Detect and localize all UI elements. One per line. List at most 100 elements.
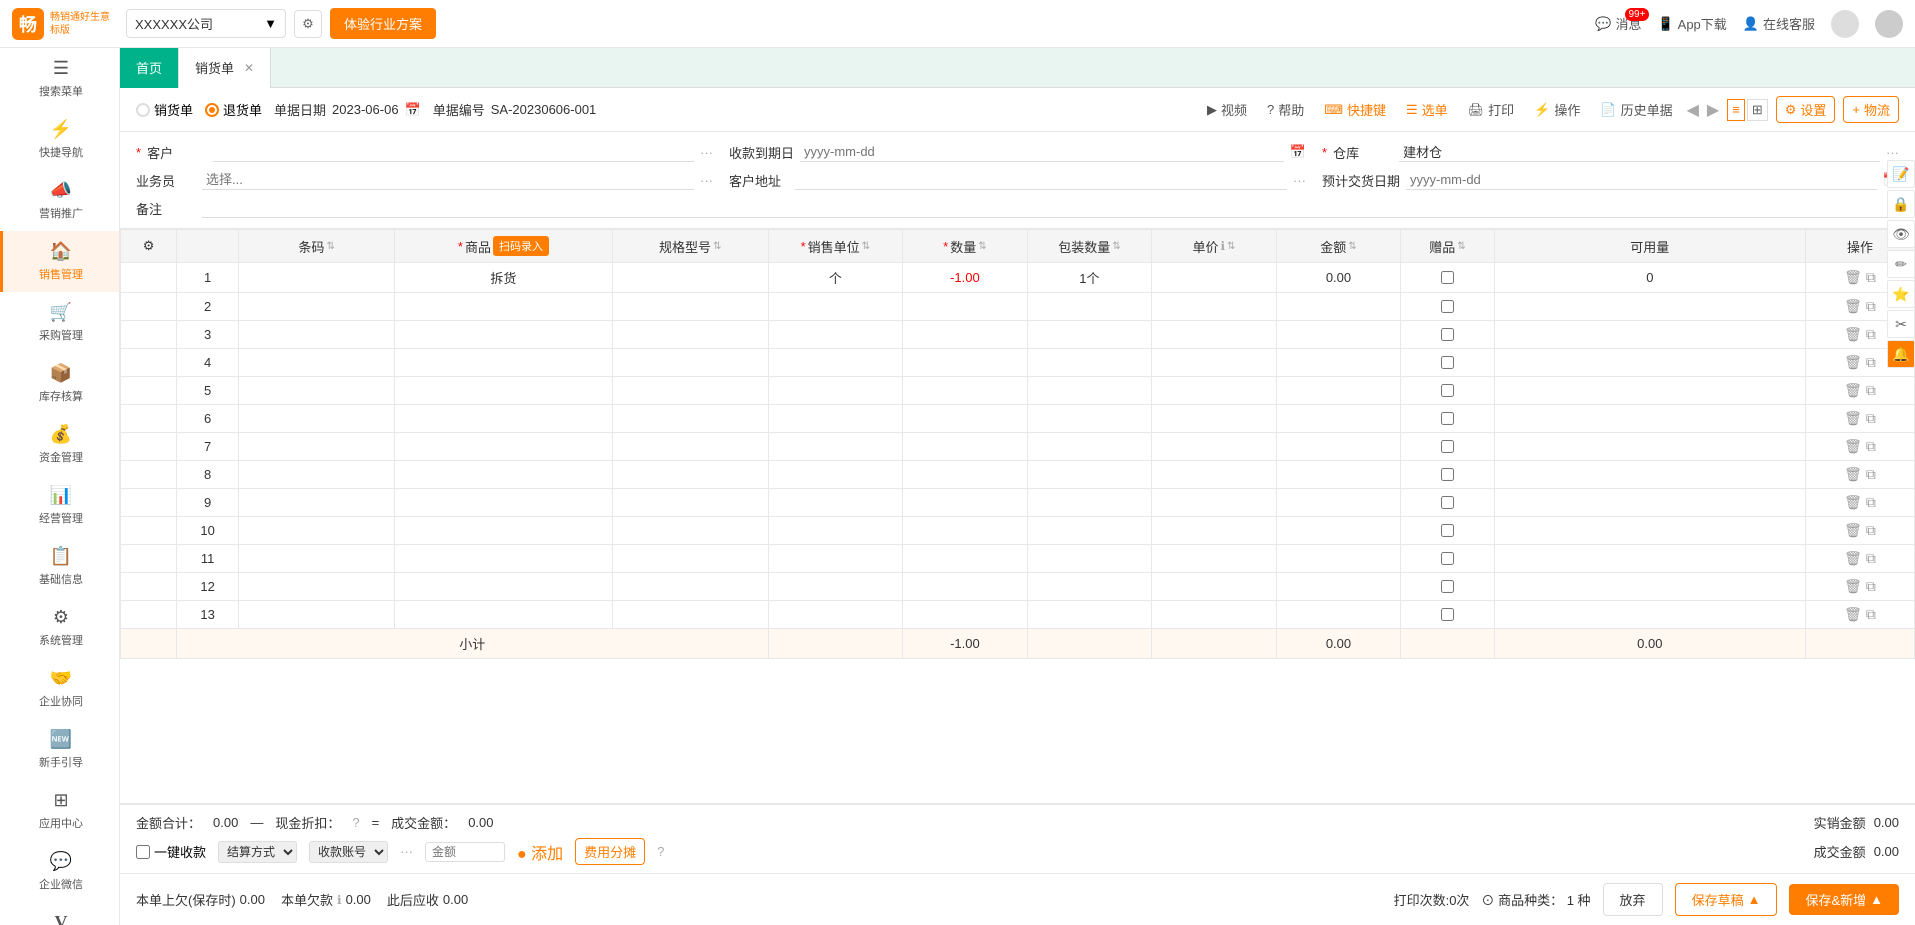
total-owe-info-icon[interactable]: ℹ: [337, 893, 342, 907]
expected-date-input[interactable]: [1406, 170, 1877, 190]
row-gift[interactable]: [1401, 517, 1494, 545]
copy-row-icon[interactable]: ⧉: [1866, 354, 1876, 371]
row-product[interactable]: [394, 601, 612, 629]
right-float-btn-4[interactable]: ✏: [1887, 250, 1915, 278]
next-record-icon[interactable]: ▶: [1707, 100, 1719, 120]
row-pack-qty[interactable]: [1027, 349, 1152, 377]
history-btn[interactable]: 📄 历史单据: [1594, 98, 1678, 121]
right-float-btn-2[interactable]: 🔒: [1887, 190, 1915, 218]
row-gift[interactable]: [1401, 349, 1494, 377]
row-spec[interactable]: [612, 293, 768, 321]
row-qty[interactable]: -1.00: [903, 263, 1028, 293]
row-amount[interactable]: [1276, 461, 1401, 489]
row-product[interactable]: [394, 573, 612, 601]
row-gift[interactable]: [1401, 573, 1494, 601]
payment-account-select[interactable]: 收款账号: [309, 841, 388, 863]
sidebar-item-apps[interactable]: ⊞ 应用中心: [0, 780, 119, 841]
row-gift[interactable]: [1401, 263, 1494, 293]
row-spec[interactable]: [612, 263, 768, 293]
warehouse-dots[interactable]: ···: [1886, 145, 1899, 160]
company-selector[interactable]: XXXXXX公司 ▼: [126, 9, 286, 38]
delete-row-icon[interactable]: 🗑: [1844, 298, 1862, 315]
sidebar-item-member[interactable]: V 畅会员: [0, 902, 119, 925]
right-float-btn-6[interactable]: ✂: [1887, 310, 1915, 338]
delete-row-icon[interactable]: 🗑: [1844, 382, 1862, 399]
row-gift[interactable]: [1401, 545, 1494, 573]
copy-row-icon[interactable]: ⧉: [1866, 578, 1876, 595]
row-product[interactable]: [394, 349, 612, 377]
delete-row-icon[interactable]: 🗑: [1844, 269, 1862, 286]
row-unit[interactable]: [768, 517, 903, 545]
fee-split-btn[interactable]: 费用分摊: [575, 838, 645, 865]
row-gift[interactable]: [1401, 433, 1494, 461]
row-qty[interactable]: [903, 489, 1028, 517]
sidebar-item-quicknav[interactable]: ⚡ 快捷导航: [0, 109, 119, 170]
account-dots[interactable]: ···: [400, 844, 413, 859]
row-barcode[interactable]: [239, 433, 395, 461]
product-types-icon[interactable]: ⊙: [1481, 893, 1494, 908]
row-amount[interactable]: [1276, 545, 1401, 573]
row-barcode[interactable]: [239, 461, 395, 489]
row-spec[interactable]: [612, 489, 768, 517]
row-unit[interactable]: [768, 601, 903, 629]
row-barcode[interactable]: [239, 377, 395, 405]
row-pack-qty[interactable]: [1027, 461, 1152, 489]
copy-row-icon[interactable]: ⧉: [1866, 522, 1876, 539]
sidebar-item-system[interactable]: ⚙ 系统管理: [0, 597, 119, 658]
settings-gear-btn[interactable]: ⚙: [294, 10, 322, 38]
copy-row-icon[interactable]: ⧉: [1866, 326, 1876, 343]
operation-btn[interactable]: ⚡ 操作: [1528, 98, 1586, 121]
row-price[interactable]: [1152, 461, 1277, 489]
scan-btn[interactable]: 扫码录入: [493, 236, 549, 256]
row-gift[interactable]: [1401, 321, 1494, 349]
sidebar-item-search[interactable]: ☰ 搜索菜单: [0, 48, 119, 109]
copy-row-icon[interactable]: ⧉: [1866, 606, 1876, 623]
row-qty[interactable]: [903, 601, 1028, 629]
row-gift[interactable]: [1401, 489, 1494, 517]
row-pack-qty[interactable]: [1027, 293, 1152, 321]
row-amount[interactable]: [1276, 349, 1401, 377]
salesperson-input[interactable]: [202, 170, 694, 190]
row-price[interactable]: [1152, 545, 1277, 573]
row-price[interactable]: [1152, 405, 1277, 433]
customer-dots[interactable]: ···: [700, 145, 713, 160]
radio-sales-order[interactable]: 销货单: [136, 100, 193, 119]
row-spec[interactable]: [612, 517, 768, 545]
sidebar-item-enterprise[interactable]: 🤝 企业协同: [0, 658, 119, 719]
row-amount[interactable]: [1276, 293, 1401, 321]
due-date-calendar-icon[interactable]: 📅: [1290, 144, 1306, 160]
customer-addr-input[interactable]: [795, 170, 1287, 190]
row-barcode[interactable]: [239, 601, 395, 629]
sidebar-item-finance[interactable]: 💰 资金管理: [0, 414, 119, 475]
row-pack-qty[interactable]: [1027, 321, 1152, 349]
one-click-checkbox[interactable]: [136, 845, 150, 859]
row-pack-qty[interactable]: [1027, 377, 1152, 405]
row-price[interactable]: [1152, 601, 1277, 629]
row-qty[interactable]: [903, 545, 1028, 573]
radio-return-order[interactable]: 退货单: [205, 100, 262, 119]
row-amount[interactable]: [1276, 321, 1401, 349]
row-amount[interactable]: [1276, 405, 1401, 433]
copy-row-icon[interactable]: ⧉: [1866, 410, 1876, 427]
row-barcode[interactable]: [239, 573, 395, 601]
row-price[interactable]: [1152, 489, 1277, 517]
right-float-btn-3[interactable]: 👁: [1887, 220, 1915, 248]
row-pack-qty[interactable]: [1027, 433, 1152, 461]
save-draft-btn[interactable]: 保存草稿 ▲: [1675, 883, 1778, 916]
salesperson-dots[interactable]: ···: [700, 173, 713, 188]
add-btn[interactable]: ● 添加: [517, 840, 563, 864]
row-product[interactable]: [394, 433, 612, 461]
row-pack-qty[interactable]: [1027, 405, 1152, 433]
row-barcode[interactable]: [239, 321, 395, 349]
row-gift[interactable]: [1401, 601, 1494, 629]
row-barcode[interactable]: [239, 405, 395, 433]
row-product[interactable]: [394, 293, 612, 321]
row-barcode[interactable]: [239, 517, 395, 545]
row-unit[interactable]: [768, 573, 903, 601]
row-amount[interactable]: [1276, 573, 1401, 601]
sidebar-item-wechat[interactable]: 💬 企业微信: [0, 841, 119, 902]
row-product[interactable]: [394, 461, 612, 489]
row-amount[interactable]: [1276, 517, 1401, 545]
remark-input[interactable]: [202, 198, 1899, 218]
row-unit[interactable]: [768, 489, 903, 517]
